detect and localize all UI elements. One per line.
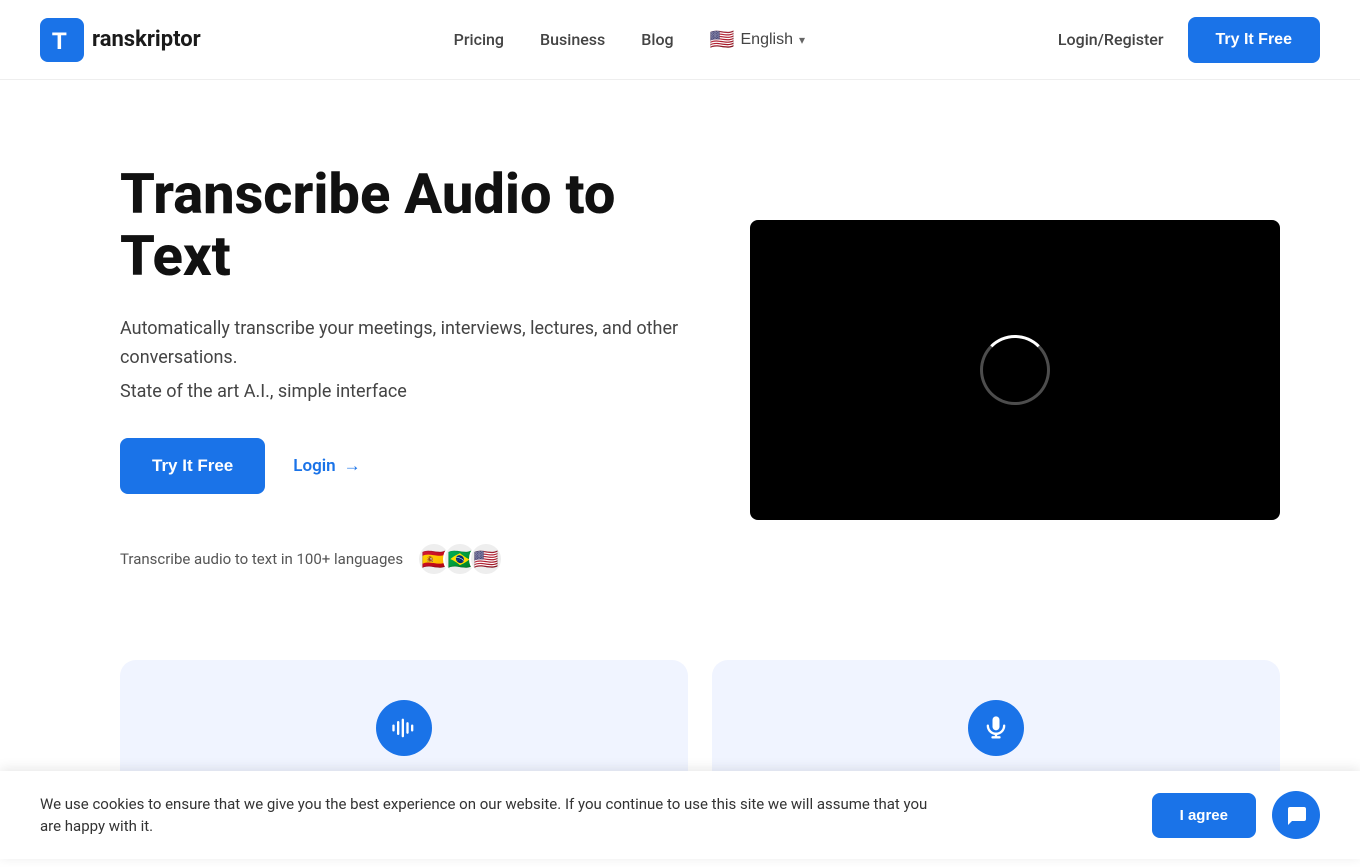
language-flag: 🇺🇸	[710, 27, 735, 52]
record-icon-circle	[968, 700, 1024, 756]
login-register-link[interactable]: Login/Register	[1058, 30, 1164, 49]
hero-subtitle: Automatically transcribe your meetings, …	[120, 315, 680, 373]
hero-login-label: Login	[293, 456, 335, 476]
chevron-down-icon: ▾	[799, 33, 805, 47]
cookie-actions: I agree	[1152, 791, 1320, 839]
hero-tagline: State of the art A.I., simple interface	[120, 381, 680, 402]
hero-section: Transcribe Audio to Text Automatically t…	[0, 80, 1360, 640]
chat-support-button[interactable]	[1272, 791, 1320, 839]
hero-title: Transcribe Audio to Text	[120, 164, 680, 287]
video-loading-spinner	[980, 335, 1050, 405]
local-file-icon-circle	[376, 700, 432, 756]
logo-icon: T	[40, 18, 84, 62]
nav-blog[interactable]: Blog	[641, 30, 673, 49]
hero-languages: Transcribe audio to text in 100+ languag…	[120, 542, 680, 576]
hero-cta-button[interactable]: Try It Free	[120, 438, 265, 494]
cookie-text: We use cookies to ensure that we give yo…	[40, 793, 940, 838]
waveform-icon	[390, 714, 418, 742]
language-selector[interactable]: 🇺🇸 English ▾	[710, 27, 805, 52]
flag-circles: 🇪🇸 🇧🇷 🇺🇸	[417, 542, 503, 576]
navbar: T ranskriptor Pricing Business Blog 🇺🇸 E…	[0, 0, 1360, 80]
video-player[interactable]	[750, 220, 1280, 520]
language-label: English	[741, 31, 793, 49]
navbar-right: Login/Register Try It Free	[1058, 17, 1320, 63]
languages-text: Transcribe audio to text in 100+ languag…	[120, 550, 403, 568]
flag-us: 🇺🇸	[469, 542, 503, 576]
hero-actions: Try It Free Login →	[120, 438, 680, 494]
nav-pricing[interactable]: Pricing	[454, 30, 504, 49]
logo-text: ranskriptor	[92, 27, 201, 52]
hero-video-area	[720, 220, 1280, 520]
hero-content: Transcribe Audio to Text Automatically t…	[120, 164, 680, 576]
chat-icon	[1284, 803, 1308, 827]
navbar-links: Pricing Business Blog 🇺🇸 English ▾	[454, 27, 805, 52]
nav-business[interactable]: Business	[540, 30, 605, 49]
cookie-agree-button[interactable]: I agree	[1152, 793, 1256, 838]
microphone-icon	[982, 714, 1010, 742]
navbar-cta-button[interactable]: Try It Free	[1188, 17, 1320, 63]
arrow-right-icon: →	[344, 456, 361, 476]
svg-text:T: T	[52, 28, 67, 55]
logo-link[interactable]: T ranskriptor	[40, 18, 201, 62]
hero-login-link[interactable]: Login →	[293, 456, 360, 476]
cookie-banner: We use cookies to ensure that we give yo…	[0, 771, 1360, 859]
